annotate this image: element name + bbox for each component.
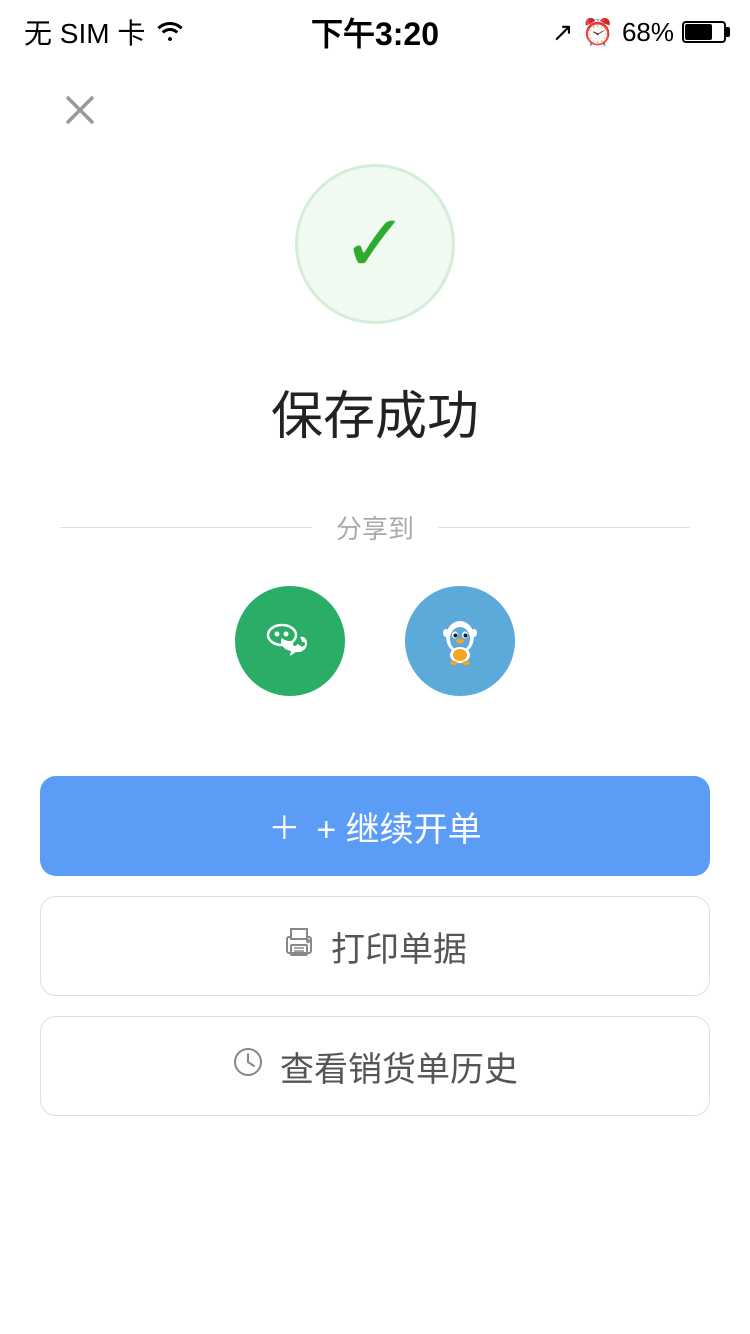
qq-share-button[interactable]	[405, 586, 515, 696]
share-divider: 分享到	[0, 509, 750, 546]
share-line-left	[60, 527, 312, 528]
wifi-icon	[155, 16, 185, 48]
status-bar: 无 SIM 卡 下午3:20 ↗ ⏰ 68%	[0, 0, 750, 64]
battery-icon	[682, 21, 726, 43]
success-icon-circle: ✓	[295, 164, 455, 324]
continue-label: + 继续开单	[316, 802, 481, 851]
continue-button[interactable]: ＋ + 继续开单	[40, 776, 710, 876]
location-icon: ↗	[552, 17, 574, 48]
history-button[interactable]: 查看销货单历史	[40, 1016, 710, 1116]
battery-percent: 68%	[622, 17, 674, 48]
success-title: 保存成功	[271, 374, 479, 449]
close-button[interactable]	[50, 80, 110, 140]
status-time: 下午3:20	[311, 9, 439, 55]
share-line-right	[438, 527, 690, 528]
wechat-share-button[interactable]	[235, 586, 345, 696]
history-label: 查看销货单历史	[280, 1042, 518, 1091]
print-label: 打印单据	[331, 922, 467, 971]
alarm-icon: ⏰	[582, 17, 614, 48]
status-left: 无 SIM 卡	[24, 12, 185, 52]
share-icons-container	[235, 586, 515, 696]
print-icon	[283, 927, 315, 965]
plus-icon: ＋	[268, 803, 300, 849]
sim-label: 无 SIM 卡	[24, 12, 145, 52]
checkmark-icon: ✓	[341, 204, 408, 284]
main-content: ✓ 保存成功 分享到	[0, 64, 750, 1334]
action-buttons: ＋ + 继续开单 打印单据	[0, 776, 750, 1116]
status-right: ↗ ⏰ 68%	[552, 17, 726, 48]
wechat-icon	[260, 611, 320, 671]
qq-icon	[430, 611, 490, 671]
clock-icon	[232, 1046, 264, 1086]
print-button[interactable]: 打印单据	[40, 896, 710, 996]
share-label: 分享到	[312, 509, 438, 546]
